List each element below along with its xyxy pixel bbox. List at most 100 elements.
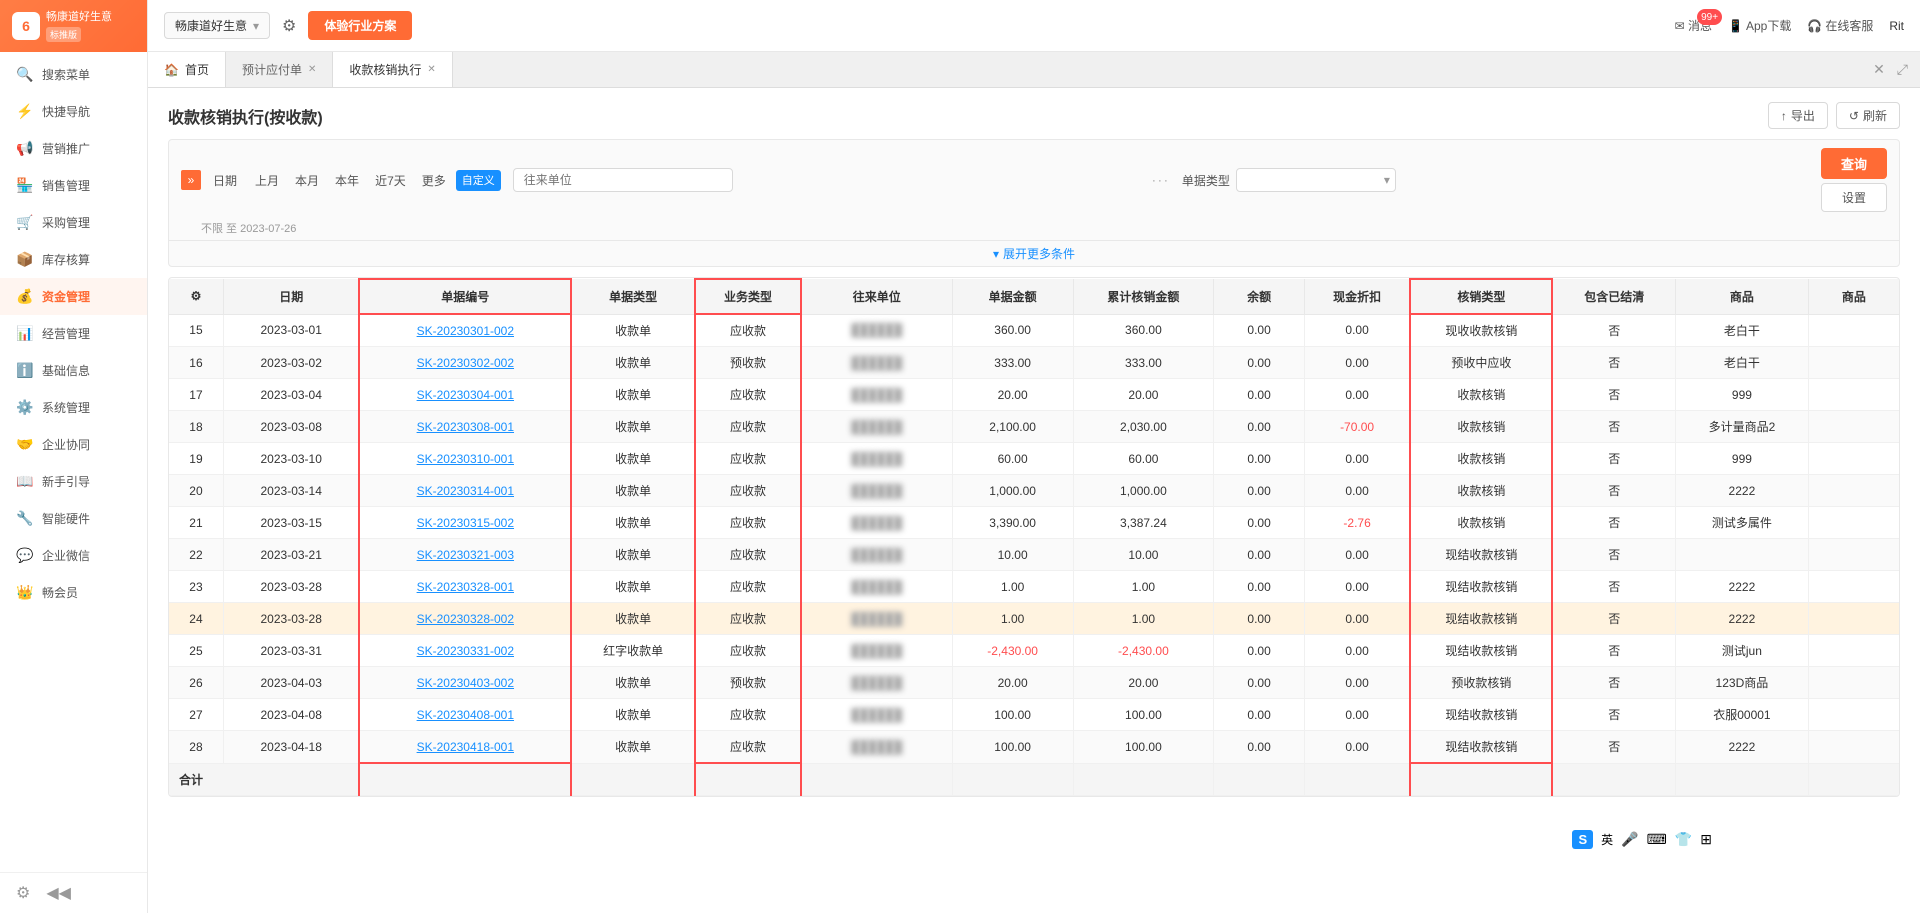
cell-docno[interactable]: SK-20230321-003 — [359, 539, 571, 571]
table-row[interactable]: 22 2023-03-21 SK-20230321-003 收款单 应收款 ██… — [169, 539, 1899, 571]
tab-prepay-close[interactable]: ✕ — [308, 64, 316, 75]
cell-docno[interactable]: SK-20230308-001 — [359, 411, 571, 443]
cell-cumwrite: 2,030.00 — [1073, 411, 1214, 443]
cell-incl: 否 — [1552, 347, 1675, 379]
sidebar-item-2[interactable]: 📢营销推广 — [0, 130, 147, 167]
table-row[interactable]: 19 2023-03-10 SK-20230310-001 收款单 应收款 ██… — [169, 443, 1899, 475]
filter-date-custom[interactable]: 自定义 — [456, 170, 501, 191]
cell-docno[interactable]: SK-20230331-002 — [359, 635, 571, 667]
cell-cashdis: 0.00 — [1304, 699, 1410, 731]
cell-docno[interactable]: SK-20230418-001 — [359, 731, 571, 764]
table-row[interactable]: 26 2023-04-03 SK-20230403-002 收款单 预收款 ██… — [169, 667, 1899, 699]
th-no[interactable]: ⚙ — [169, 279, 223, 314]
s-grid-icon[interactable]: ⌨ — [1647, 831, 1667, 848]
tab-writeoff-close[interactable]: ✕ — [427, 64, 435, 75]
cell-docno[interactable]: SK-20230408-001 — [359, 699, 571, 731]
th-docno: 单据编号 — [359, 279, 571, 314]
cell-docno[interactable]: SK-20230304-001 — [359, 379, 571, 411]
cell-date: 2023-03-02 — [223, 347, 359, 379]
cell-no: 15 — [169, 314, 223, 347]
sidebar-item-3[interactable]: 🏪销售管理 — [0, 167, 147, 204]
tab-expand-icon[interactable]: ⤢ — [1893, 59, 1912, 80]
sidebar-item-14[interactable]: 👑畅会员 — [0, 574, 147, 611]
table-row[interactable]: 18 2023-03-08 SK-20230308-001 收款单 应收款 ██… — [169, 411, 1899, 443]
data-table: ⚙ 日期 单据编号 单据类型 业务类型 往来单位 单据金额 累计核销金额 余额 … — [169, 278, 1899, 796]
cell-docno[interactable]: SK-20230314-001 — [359, 475, 571, 507]
tab-home[interactable]: 🏠 首页 — [148, 52, 226, 87]
filter-date-more[interactable]: 更多 — [416, 170, 452, 191]
sidebar-item-0[interactable]: 🔍搜索菜单 — [0, 56, 147, 93]
sidebar-item-1[interactable]: ⚡快捷导航 — [0, 93, 147, 130]
nav-icon-7: 📊 — [16, 325, 34, 342]
collapse-icon[interactable]: ◀◀ — [46, 883, 71, 903]
company-dropdown[interactable]: 畅康道好生意 ▾ — [164, 12, 270, 39]
message-btn[interactable]: ✉ 消息 99+ — [1675, 17, 1712, 34]
table-row[interactable]: 23 2023-03-28 SK-20230328-001 收款单 应收款 ██… — [169, 571, 1899, 603]
table-row[interactable]: 15 2023-03-01 SK-20230301-002 收款单 应收款 ██… — [169, 314, 1899, 347]
table-row[interactable]: 28 2023-04-18 SK-20230418-001 收款单 应收款 ██… — [169, 731, 1899, 764]
cell-goods — [1676, 539, 1809, 571]
table-row[interactable]: 20 2023-03-14 SK-20230314-001 收款单 应收款 ██… — [169, 475, 1899, 507]
sidebar-item-4[interactable]: 🛒采购管理 — [0, 204, 147, 241]
cell-docno[interactable]: SK-20230301-002 — [359, 314, 571, 347]
industry-btn[interactable]: 体验行业方案 — [308, 11, 412, 40]
cell-goods2 — [1808, 314, 1899, 347]
cell-docno[interactable]: SK-20230328-002 — [359, 603, 571, 635]
sidebar-item-8[interactable]: ℹ️基础信息 — [0, 352, 147, 389]
sidebar-item-5[interactable]: 📦库存核算 — [0, 241, 147, 278]
cell-balance: 0.00 — [1214, 379, 1305, 411]
cell-goods: 999 — [1676, 379, 1809, 411]
online-service-btn[interactable]: 🎧 在线客服 — [1807, 17, 1873, 34]
settings-icon[interactable]: ⚙ — [16, 883, 30, 903]
table-row[interactable]: 25 2023-03-31 SK-20230331-002 红字收款单 应收款 … — [169, 635, 1899, 667]
table-row[interactable]: 24 2023-03-28 SK-20230328-002 收款单 应收款 ██… — [169, 603, 1899, 635]
filter-date-last-month[interactable]: 上月 — [249, 170, 285, 191]
filter-party-input[interactable] — [513, 168, 733, 192]
sidebar-item-13[interactable]: 💬企业微信 — [0, 537, 147, 574]
tab-prepay[interactable]: 预计应付单 ✕ — [226, 52, 333, 87]
cell-docno[interactable]: SK-20230310-001 — [359, 443, 571, 475]
table-row[interactable]: 27 2023-04-08 SK-20230408-001 收款单 应收款 ██… — [169, 699, 1899, 731]
gear-icon[interactable]: ⚙ — [282, 16, 296, 36]
table-row[interactable]: 16 2023-03-02 SK-20230302-002 收款单 预收款 ██… — [169, 347, 1899, 379]
sidebar-item-11[interactable]: 📖新手引导 — [0, 463, 147, 500]
cell-date: 2023-04-08 — [223, 699, 359, 731]
expand-more-btn[interactable]: ▾ 展开更多条件 — [169, 240, 1899, 266]
s-mic-icon[interactable]: 🎤 — [1621, 831, 1638, 848]
setting-btn[interactable]: 设置 — [1821, 183, 1887, 212]
filter-doctype-select[interactable] — [1236, 168, 1396, 192]
nav-label-8: 基础信息 — [42, 362, 90, 379]
tab-prepay-label: 预计应付单 — [242, 61, 302, 78]
cell-date: 2023-03-10 — [223, 443, 359, 475]
s-apps-icon[interactable]: ⊞ — [1700, 831, 1712, 848]
th-cumwrite: 累计核销金额 — [1073, 279, 1214, 314]
table-row[interactable]: 21 2023-03-15 SK-20230315-002 收款单 应收款 ██… — [169, 507, 1899, 539]
nav-label-13: 企业微信 — [42, 547, 90, 564]
sidebar-item-9[interactable]: ⚙️系统管理 — [0, 389, 147, 426]
query-btn[interactable]: 查询 — [1821, 148, 1887, 179]
table-row[interactable]: 17 2023-03-04 SK-20230304-001 收款单 应收款 ██… — [169, 379, 1899, 411]
sidebar-item-7[interactable]: 📊经营管理 — [0, 315, 147, 352]
message-badge: 99+ — [1697, 9, 1722, 25]
filter-date-this-month[interactable]: 本月 — [289, 170, 325, 191]
sidebar-item-10[interactable]: 🤝企业协同 — [0, 426, 147, 463]
tab-writeoff[interactable]: 收款核销执行 ✕ — [333, 52, 452, 87]
sidebar-item-6[interactable]: 💰资金管理 — [0, 278, 147, 315]
refresh-btn[interactable]: ↺ 刷新 — [1836, 102, 1900, 129]
sidebar-item-12[interactable]: 🔧智能硬件 — [0, 500, 147, 537]
cell-docno[interactable]: SK-20230302-002 — [359, 347, 571, 379]
export-btn[interactable]: ↑ 导出 — [1768, 102, 1828, 129]
cell-docno[interactable]: SK-20230315-002 — [359, 507, 571, 539]
app-download-btn[interactable]: 📱 App下载 — [1728, 17, 1791, 34]
filter-dots[interactable]: ··· — [1152, 173, 1170, 187]
cell-docno[interactable]: SK-20230328-001 — [359, 571, 571, 603]
nav-icon-5: 📦 — [16, 251, 34, 268]
tab-close-all-icon[interactable]: ✕ — [1869, 59, 1889, 80]
s-shirt-icon[interactable]: 👕 — [1675, 831, 1692, 848]
cell-docno[interactable]: SK-20230403-002 — [359, 667, 571, 699]
filter-date-this-year[interactable]: 本年 — [329, 170, 365, 191]
filter-date-7days[interactable]: 近7天 — [369, 170, 412, 191]
cell-amount: 10.00 — [952, 539, 1073, 571]
filter-toggle-btn[interactable]: » — [181, 170, 201, 190]
cell-goods2 — [1808, 411, 1899, 443]
